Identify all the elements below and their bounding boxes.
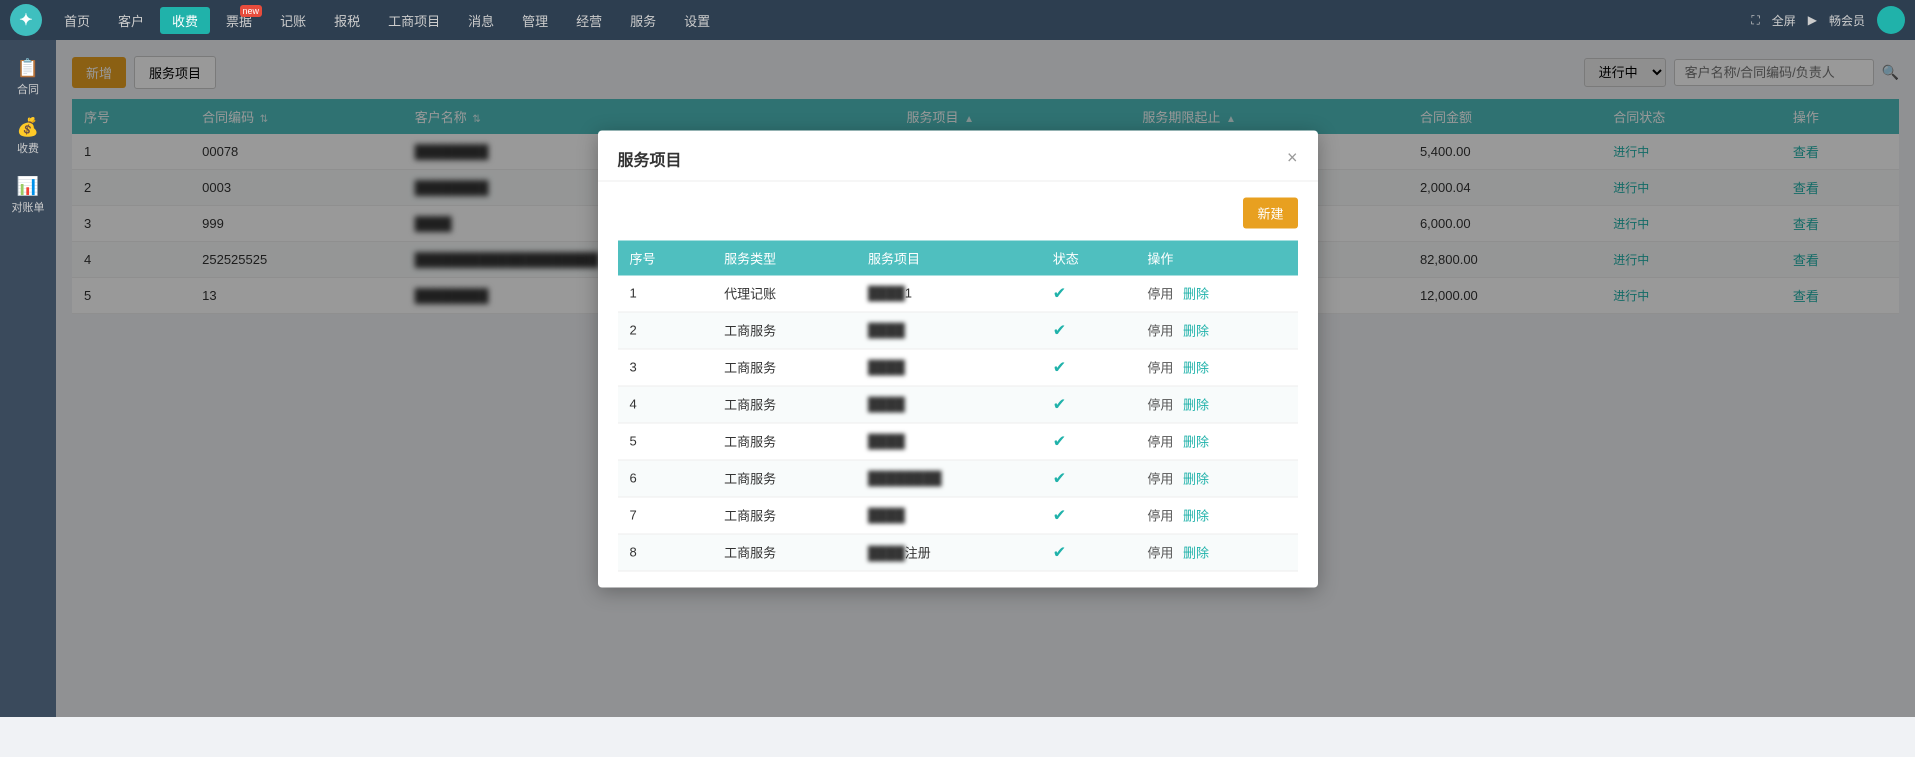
nav-accounting[interactable]: 记账: [268, 7, 318, 34]
modal-cell-type: 工商服务: [712, 423, 856, 460]
sidebar-item-statement[interactable]: 📊 对账单: [3, 168, 53, 223]
modal-col-status: 状态: [1041, 240, 1136, 275]
modal-table-row: 4 工商服务 ████ ✔ 停用 删除: [618, 386, 1298, 423]
modal-cell-item: ████: [856, 497, 1041, 534]
nav-home[interactable]: 首页: [52, 7, 102, 34]
sidebar: 📋 合同 💰 收费 📊 对账单: [0, 40, 56, 717]
nav-message[interactable]: 消息: [456, 7, 506, 34]
nav-settings[interactable]: 设置: [672, 7, 722, 34]
modal-cell-action[interactable]: 停用 删除: [1135, 386, 1297, 423]
modal-cell-item: ████: [856, 312, 1041, 349]
modal-toolbar: 新建: [618, 197, 1298, 228]
modal-cell-seq: 2: [618, 312, 713, 349]
modal-cell-action[interactable]: 停用 删除: [1135, 275, 1297, 312]
modal-header: 服务项目 ×: [598, 130, 1318, 181]
nav-fees[interactable]: 收费: [160, 7, 210, 34]
modal-cell-status: ✔: [1041, 423, 1136, 460]
modal-col-type: 服务类型: [712, 240, 856, 275]
modal-body: 新建 序号 服务类型 服务项目 状态 操作 1 代理记账 ████1 ✔ 停: [598, 181, 1318, 587]
modal-cell-type: 工商服务: [712, 460, 856, 497]
modal-cell-status: ✔: [1041, 275, 1136, 312]
modal-table-row: 1 代理记账 ████1 ✔ 停用 删除: [618, 275, 1298, 312]
modal-title: 服务项目: [618, 146, 682, 170]
service-items-modal: 服务项目 × 新建 序号 服务类型 服务项目 状态 操作 1 代理记账: [598, 130, 1318, 587]
sidebar-label-statement: 对账单: [7, 199, 49, 215]
modal-cell-type: 工商服务: [712, 534, 856, 571]
top-nav: ✦ 首页 客户 收费 票据 new 记账 报税 工商项目 消息 管理 经营 服务…: [0, 0, 1915, 40]
modal-cell-action[interactable]: 停用 删除: [1135, 497, 1297, 534]
modal-cell-seq: 1: [618, 275, 713, 312]
modal-cell-seq: 7: [618, 497, 713, 534]
statement-icon: 📊: [7, 176, 49, 197]
modal-cell-type: 工商服务: [712, 349, 856, 386]
nav-customer[interactable]: 客户: [106, 7, 156, 34]
nav-business2[interactable]: 经营: [564, 7, 614, 34]
modal-cell-seq: 5: [618, 423, 713, 460]
modal-cell-type: 工商服务: [712, 386, 856, 423]
modal-cell-seq: 4: [618, 386, 713, 423]
modal-cell-item: ████注册: [856, 534, 1041, 571]
modal-col-item: 服务项目: [856, 240, 1041, 275]
nav-right: ⛶ 全屏 ▶ 畅会员: [1751, 6, 1905, 34]
nav-service[interactable]: 服务: [618, 7, 668, 34]
nav-invoice[interactable]: 票据 new: [214, 7, 264, 34]
modal-new-button[interactable]: 新建: [1243, 197, 1297, 228]
sidebar-item-contract[interactable]: 📋 合同: [3, 50, 53, 105]
modal-close-button[interactable]: ×: [1287, 148, 1298, 169]
modal-cell-item: ████1: [856, 275, 1041, 312]
modal-table-row: 2 工商服务 ████ ✔ 停用 删除: [618, 312, 1298, 349]
modal-cell-item: ████: [856, 423, 1041, 460]
contract-icon: 📋: [7, 58, 49, 79]
modal-cell-action[interactable]: 停用 删除: [1135, 312, 1297, 349]
modal-table-row: 7 工商服务 ████ ✔ 停用 删除: [618, 497, 1298, 534]
nav-items: 首页 客户 收费 票据 new 记账 报税 工商项目 消息 管理 经营 服务 设…: [52, 7, 1751, 34]
modal-table: 序号 服务类型 服务项目 状态 操作 1 代理记账 ████1 ✔ 停用 删除 …: [618, 240, 1298, 571]
modal-cell-status: ✔: [1041, 497, 1136, 534]
fullscreen-label[interactable]: 全屏: [1772, 12, 1796, 29]
modal-cell-action[interactable]: 停用 删除: [1135, 423, 1297, 460]
app-logo: ✦: [10, 4, 42, 36]
modal-cell-type: 代理记账: [712, 275, 856, 312]
modal-cell-type: 工商服务: [712, 312, 856, 349]
modal-table-row: 8 工商服务 ████注册 ✔ 停用 删除: [618, 534, 1298, 571]
sidebar-item-fees[interactable]: 💰 收费: [3, 109, 53, 164]
nav-tax[interactable]: 报税: [322, 7, 372, 34]
modal-cell-status: ✔: [1041, 460, 1136, 497]
modal-table-row: 6 工商服务 ████████ ✔ 停用 删除: [618, 460, 1298, 497]
modal-cell-status: ✔: [1041, 386, 1136, 423]
modal-table-row: 3 工商服务 ████ ✔ 停用 删除: [618, 349, 1298, 386]
modal-table-row: 5 工商服务 ████ ✔ 停用 删除: [618, 423, 1298, 460]
modal-cell-action[interactable]: 停用 删除: [1135, 460, 1297, 497]
modal-cell-status: ✔: [1041, 312, 1136, 349]
modal-cell-seq: 8: [618, 534, 713, 571]
modal-cell-item: ████████: [856, 460, 1041, 497]
modal-cell-item: ████: [856, 386, 1041, 423]
fees-icon: 💰: [7, 117, 49, 138]
pro-label[interactable]: 畅会员: [1829, 12, 1865, 29]
modal-cell-seq: 3: [618, 349, 713, 386]
sidebar-label-contract: 合同: [7, 81, 49, 97]
modal-cell-action[interactable]: 停用 删除: [1135, 534, 1297, 571]
avatar[interactable]: [1877, 6, 1905, 34]
sidebar-label-fees: 收费: [7, 140, 49, 156]
nav-manage[interactable]: 管理: [510, 7, 560, 34]
modal-cell-action[interactable]: 停用 删除: [1135, 349, 1297, 386]
modal-cell-status: ✔: [1041, 534, 1136, 571]
pro-icon[interactable]: ▶: [1808, 13, 1817, 27]
modal-cell-item: ████: [856, 349, 1041, 386]
nav-business[interactable]: 工商项目: [376, 7, 452, 34]
modal-cell-seq: 6: [618, 460, 713, 497]
modal-cell-type: 工商服务: [712, 497, 856, 534]
new-badge: new: [240, 5, 263, 17]
modal-col-action: 操作: [1135, 240, 1297, 275]
fullscreen-icon[interactable]: ⛶: [1751, 13, 1759, 28]
modal-table-container[interactable]: 序号 服务类型 服务项目 状态 操作 1 代理记账 ████1 ✔ 停用 删除 …: [618, 240, 1298, 571]
modal-cell-status: ✔: [1041, 349, 1136, 386]
modal-col-seq: 序号: [618, 240, 713, 275]
